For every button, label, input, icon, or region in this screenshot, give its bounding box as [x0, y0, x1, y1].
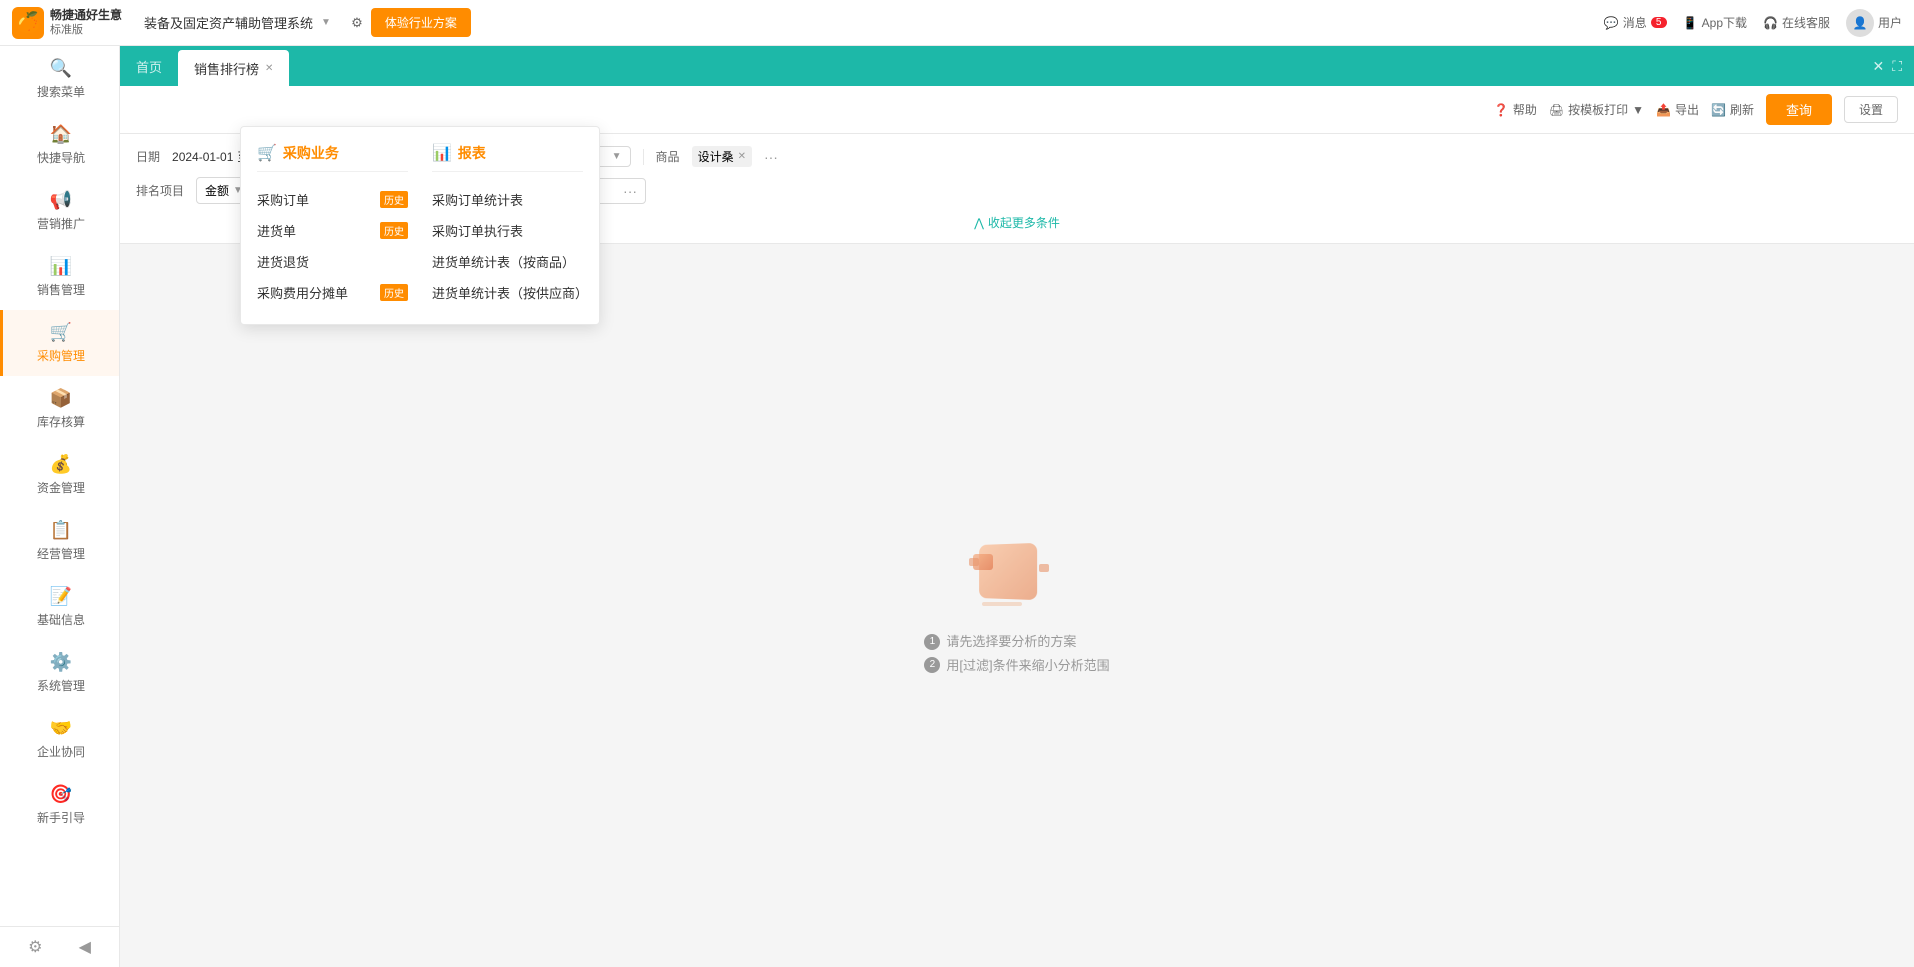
- menu-item-purchase-order-stats[interactable]: 采购订单统计表: [432, 184, 583, 215]
- message-icon: 💬: [1604, 16, 1619, 30]
- system-title: 装备及固定资产辅助管理系统 ▼: [132, 13, 343, 32]
- history-badge-3: 历史: [380, 284, 408, 301]
- top-bar: 🍊 畅捷通好生意 标准版 装备及固定资产辅助管理系统 ▼ ⚙ 体验行业方案 💬 …: [0, 0, 1914, 46]
- online-service-btn[interactable]: 🎧 在线客服: [1763, 14, 1830, 31]
- print-dropdown-icon: ▼: [1632, 103, 1644, 117]
- export-btn[interactable]: 📤 导出: [1656, 101, 1699, 118]
- settings-bottom-icon[interactable]: ⚙: [28, 937, 42, 957]
- collapse-sidebar-icon[interactable]: ◀: [79, 937, 91, 957]
- inventory-icon: 📦: [50, 388, 72, 409]
- sidebar-item-sales[interactable]: 📊 销售管理: [0, 244, 119, 310]
- menu-item-purchase-order-exec[interactable]: 采购订单执行表: [432, 215, 583, 246]
- menu-item-incoming-by-goods[interactable]: 进货单统计表（按商品）: [432, 246, 583, 277]
- operation-icon: 📋: [50, 520, 72, 541]
- finance-icon: 💰: [50, 454, 72, 475]
- sidebar-item-marketing[interactable]: 📢 营销推广: [0, 178, 119, 244]
- sidebar-item-search[interactable]: 🔍 搜索菜单: [0, 46, 119, 112]
- sidebar-item-cooperation[interactable]: 🤝 企业协同: [0, 706, 119, 772]
- sidebar-item-basic[interactable]: 📝 基础信息: [0, 574, 119, 640]
- content-area: 首页 销售排行榜 ✕ ✕ ⛶ ❓ 帮助 🖨 按模板打印: [120, 46, 1914, 967]
- purchase-icon: 🛒: [50, 322, 72, 343]
- message-btn[interactable]: 💬 消息 5: [1604, 14, 1667, 31]
- sidebar-bottom: ⚙ ◀: [0, 926, 119, 967]
- sales-icon: 📊: [50, 256, 72, 277]
- history-badge-2: 历史: [380, 222, 408, 239]
- marketing-icon: 📢: [50, 190, 72, 211]
- sidebar-item-purchase[interactable]: 🛒 采购管理: [0, 310, 119, 376]
- query-button[interactable]: 查询: [1766, 94, 1832, 125]
- cooperation-icon: 🤝: [50, 718, 72, 739]
- headset-icon: 🎧: [1763, 16, 1778, 30]
- sidebar-item-finance[interactable]: 💰 资金管理: [0, 442, 119, 508]
- menu-item-incoming[interactable]: 进货单 历史: [257, 215, 408, 246]
- industry-btn[interactable]: 体验行业方案: [371, 8, 471, 37]
- page-content: ❓ 帮助 🖨 按模板打印 ▼ 📤 导出 🔄 刷新 查询 设置: [120, 86, 1914, 967]
- basic-icon: 📝: [50, 586, 72, 607]
- logo-area: 🍊 畅捷通好生意 标准版: [12, 7, 132, 39]
- menu-item-incoming-by-supplier[interactable]: 进货单统计表（按供应商）: [432, 277, 583, 308]
- sidebar-item-inventory[interactable]: 📦 库存核算: [0, 376, 119, 442]
- tab-bar: 首页 销售排行榜 ✕ ✕ ⛶: [120, 46, 1914, 86]
- dropdown-arrow-icon[interactable]: ▼: [321, 17, 331, 28]
- user-btn[interactable]: 👤 用户: [1846, 9, 1902, 37]
- print-btn[interactable]: 🖨 按模板打印 ▼: [1549, 101, 1644, 118]
- search-icon: 🔍: [50, 58, 72, 79]
- menu-item-return[interactable]: 进货退货: [257, 246, 408, 277]
- logo-text: 畅捷通好生意 标准版: [50, 8, 122, 38]
- sidebar-item-system[interactable]: ⚙️ 系统管理: [0, 640, 119, 706]
- logo-icon: 🍊: [12, 7, 44, 39]
- export-icon: 📤: [1656, 103, 1671, 117]
- print-icon: 🖨: [1549, 103, 1564, 117]
- sidebar-item-operation[interactable]: 📋 经营管理: [0, 508, 119, 574]
- tab-expand-icon[interactable]: ⛶: [1892, 58, 1902, 75]
- help-icon: ❓: [1494, 103, 1509, 117]
- purchase-section-icon: 🛒: [257, 143, 277, 163]
- main-layout: 🔍 搜索菜单 🏠 快捷导航 📢 营销推广 📊 销售管理 🛒 采购管理 📦 库存核…: [0, 46, 1914, 967]
- tab-ranking[interactable]: 销售排行榜 ✕: [178, 50, 289, 86]
- purchase-menu-section: 🛒 采购业务 采购订单 历史 进货单 历史 进货退货: [257, 143, 408, 308]
- tab-actions: ✕ ⛶: [1860, 58, 1914, 75]
- report-section-icon: 📊: [432, 143, 452, 163]
- sidebar-item-guide[interactable]: 🎯 新手引导: [0, 772, 119, 838]
- dropdown-menu: 🛒 采购业务 采购订单 历史 进货单 历史 进货退货: [240, 126, 600, 325]
- system-icon: ⚙️: [50, 652, 72, 673]
- tab-close-window-icon[interactable]: ✕: [1872, 58, 1884, 75]
- phone-icon: 📱: [1683, 16, 1698, 30]
- guide-icon: 🎯: [50, 784, 72, 805]
- settings-button[interactable]: 设置: [1844, 96, 1898, 123]
- app-download-btn[interactable]: 📱 App下载: [1683, 14, 1747, 31]
- sidebar: 🔍 搜索菜单 🏠 快捷导航 📢 营销推广 📊 销售管理 🛒 采购管理 📦 库存核…: [0, 46, 120, 967]
- settings-icon[interactable]: ⚙: [343, 9, 371, 37]
- tab-close-icon[interactable]: ✕: [265, 63, 273, 74]
- top-right: 💬 消息 5 📱 App下载 🎧 在线客服 👤 用户: [1604, 9, 1902, 37]
- tab-home[interactable]: 首页: [120, 46, 178, 86]
- help-btn[interactable]: ❓ 帮助: [1494, 101, 1537, 118]
- home-icon: 🏠: [50, 124, 72, 145]
- refresh-icon: 🔄: [1711, 103, 1726, 117]
- sidebar-item-quick-nav[interactable]: 🏠 快捷导航: [0, 112, 119, 178]
- dropdown-overlay: 🛒 采购业务 采购订单 历史 进货单 历史 进货退货: [120, 126, 1914, 967]
- menu-item-expense[interactable]: 采购费用分摊单 历史: [257, 277, 408, 308]
- message-badge: 5: [1651, 17, 1667, 28]
- history-badge-1: 历史: [380, 191, 408, 208]
- menu-item-purchase-order[interactable]: 采购订单 历史: [257, 184, 408, 215]
- report-menu-section: 📊 报表 采购订单统计表 采购订单执行表 进货单统计表（按商品）: [432, 143, 583, 308]
- report-section-title: 📊 报表: [432, 143, 583, 172]
- purchase-section-title: 🛒 采购业务: [257, 143, 408, 172]
- avatar: 👤: [1846, 9, 1874, 37]
- refresh-btn[interactable]: 🔄 刷新: [1711, 101, 1754, 118]
